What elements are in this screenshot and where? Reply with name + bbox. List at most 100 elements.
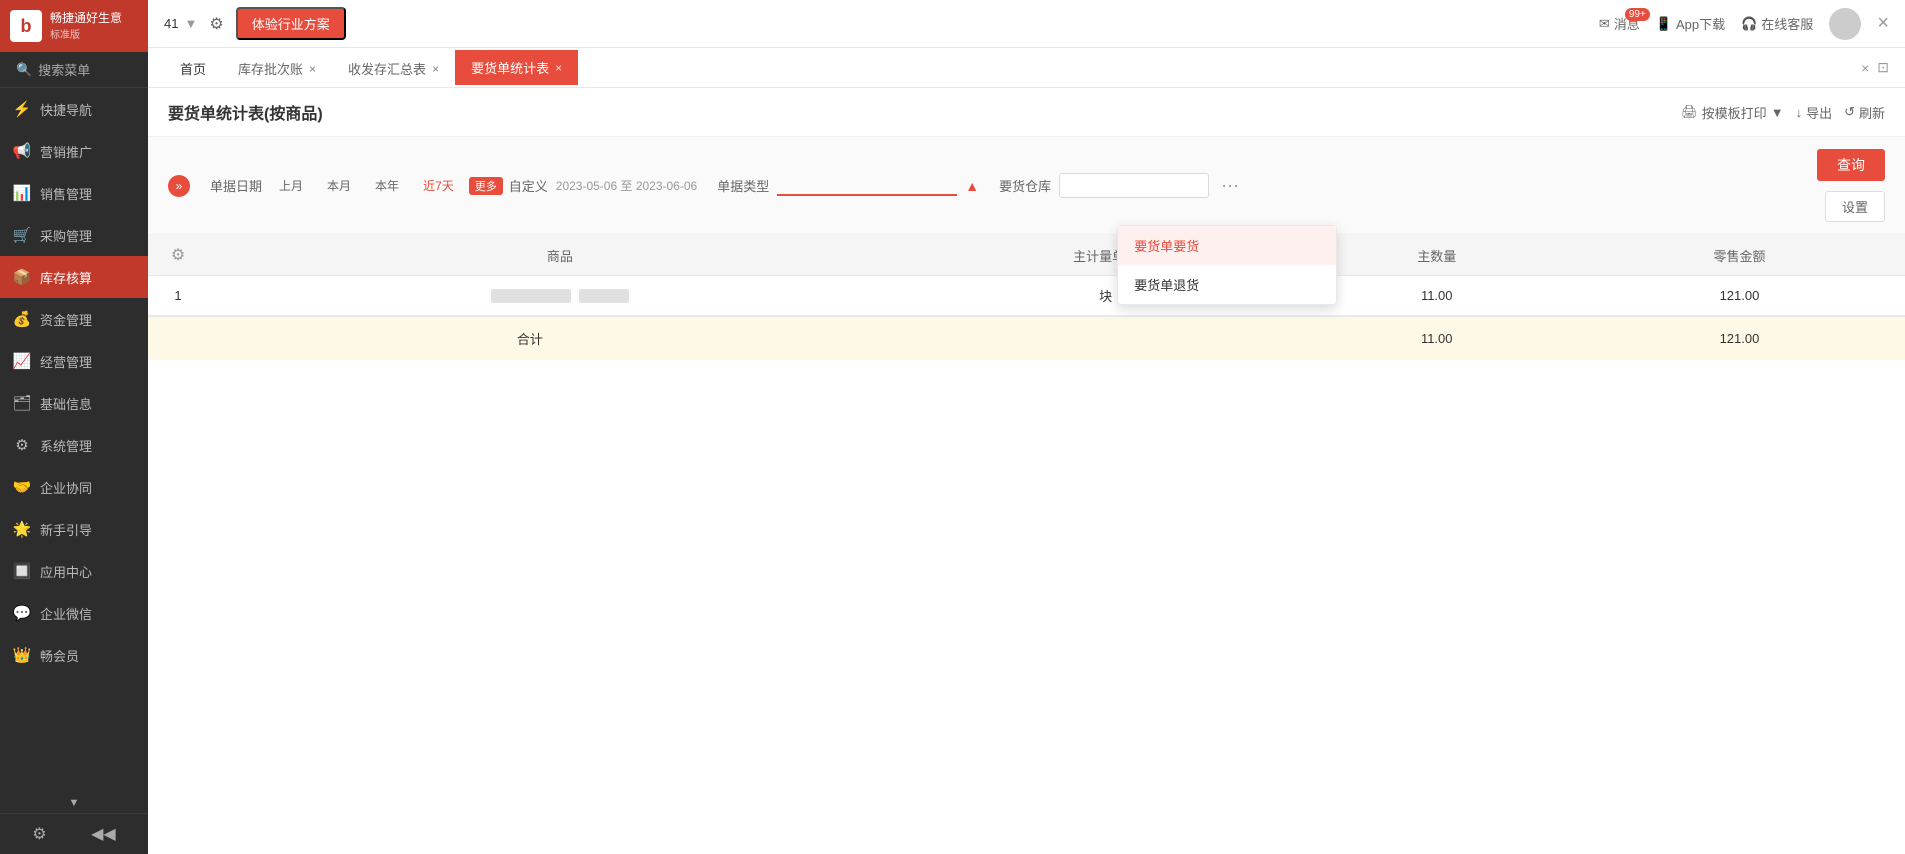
filter-more-badge[interactable]: 更多 (469, 177, 503, 195)
search-icon: 🔍 (16, 62, 32, 78)
app-download-button[interactable]: 📱 App下载 (1656, 14, 1725, 33)
sidebar-label-inventory: 库存核算 (40, 268, 92, 287)
sidebar-item-finance[interactable]: 💰 资金管理 (0, 298, 148, 340)
sidebar-label-system: 系统管理 (40, 436, 92, 455)
filter-more-dots[interactable]: ··· (1221, 175, 1239, 196)
sidebar-item-operations[interactable]: 📈 经营管理 (0, 340, 148, 382)
filter-right-actions: 查询 设置 (1817, 149, 1885, 222)
tab-bar: 首页 库存批次账 × 收发存汇总表 × 要货单统计表 × × ⊡ (148, 48, 1905, 88)
refresh-icon: ↺ (1844, 104, 1855, 120)
type-filter-label: 单据类型 (717, 176, 769, 195)
main-content: 41 ▼ ⚙ 体验行业方案 ✉ 消息 99+ 📱 App下载 🎧 在线客服 × (148, 0, 1905, 854)
sidebar-item-wechat[interactable]: 💬 企业微信 (0, 592, 148, 634)
filter-this-month[interactable]: 本月 (318, 174, 360, 197)
message-button[interactable]: ✉ 消息 99+ (1599, 14, 1640, 33)
sidebar-item-collab[interactable]: 🤝 企业协同 (0, 466, 148, 508)
trial-button[interactable]: 体验行业方案 (236, 7, 346, 40)
sidebar-label-purchase: 采购管理 (40, 226, 92, 245)
tab-home-label: 首页 (180, 59, 206, 78)
cell-no: 1 (148, 276, 208, 317)
print-arrow-icon: ▼ (1771, 105, 1784, 120)
topbar-close-icon[interactable]: × (1877, 12, 1889, 35)
tab-inventory-batch[interactable]: 库存批次账 × (222, 49, 332, 86)
apps-icon: 🔲 (12, 561, 32, 581)
settings-footer-icon[interactable]: ⚙ (32, 824, 46, 844)
expand-icon: » (176, 179, 183, 193)
sidebar-search[interactable]: 🔍 搜索菜单 (0, 52, 148, 88)
product-blurred-2 (579, 289, 629, 303)
query-button[interactable]: 查询 (1817, 149, 1885, 181)
print-icon: 🖨 (1681, 104, 1698, 120)
product-blurred (491, 289, 571, 303)
tab-home[interactable]: 首页 (164, 49, 222, 86)
col-quantity: 主数量 (1300, 235, 1574, 276)
shortcut-icon: ⚡ (12, 99, 32, 119)
warehouse-filter-label: 要货仓库 (999, 176, 1051, 195)
set-button[interactable]: 设置 (1825, 191, 1885, 222)
tab-inventory-batch-close[interactable]: × (309, 62, 316, 76)
page-content: 要货单统计表(按商品) 🖨 按模板打印 ▼ ↓ 导出 ↺ 刷新 (148, 88, 1905, 854)
tab-receive-summary-close[interactable]: × (432, 62, 439, 76)
sidebar: b 畅捷通好生意 标准版 🔍 搜索菜单 ⚡ 快捷导航 📢 营销推广 📊 销售管理… (0, 0, 148, 854)
tab-receive-summary[interactable]: 收发存汇总表 × (332, 49, 455, 86)
sidebar-item-purchase[interactable]: 🛒 采购管理 (0, 214, 148, 256)
company-selector[interactable]: 41 ▼ (164, 16, 197, 31)
app-version: 标准版 (50, 26, 122, 41)
sidebar-label-finance: 资金管理 (40, 310, 92, 329)
filter-expand-button[interactable]: » (168, 175, 190, 197)
search-label: 搜索菜单 (38, 60, 90, 79)
filter-this-year[interactable]: 本年 (366, 174, 408, 197)
date-range-display: 2023-05-06 至 2023-06-06 (556, 177, 697, 194)
topbar-right: ✉ 消息 99+ 📱 App下载 🎧 在线客服 × (1599, 8, 1889, 40)
template-print-button[interactable]: 🖨 按模板打印 ▼ (1681, 103, 1783, 122)
table-settings-icon[interactable]: ⚙ (171, 247, 185, 264)
operations-icon: 📈 (12, 351, 32, 371)
dropdown-item-order-goods[interactable]: 要货单要货 (1118, 226, 1336, 265)
warehouse-filter-input[interactable] (1059, 173, 1209, 198)
sidebar-label-guide: 新手引导 (40, 520, 92, 539)
tab-close-all-icon[interactable]: × (1861, 60, 1869, 76)
filter-recent7[interactable]: 近7天 (414, 174, 463, 197)
sidebar-item-vip[interactable]: 👑 畅会员 (0, 634, 148, 676)
scroll-down-icon[interactable]: ▼ (69, 797, 80, 809)
dropdown-order-return-label: 要货单退货 (1134, 278, 1199, 293)
filter-custom[interactable]: 自定义 (509, 176, 548, 195)
tab-expand-icon[interactable]: ⊡ (1877, 59, 1889, 76)
sidebar-item-basic[interactable]: 🗂 基础信息 (0, 382, 148, 424)
cell-product (208, 276, 912, 317)
finance-icon: 💰 (12, 309, 32, 329)
export-button[interactable]: ↓ 导出 (1796, 103, 1833, 122)
refresh-button[interactable]: ↺ 刷新 (1844, 103, 1885, 122)
tab-order-stats-close[interactable]: × (555, 61, 562, 75)
collapse-sidebar-icon[interactable]: ◀◀ (91, 824, 116, 844)
basic-icon: 🗂 (12, 393, 32, 413)
filter-last-month[interactable]: 上月 (270, 174, 312, 197)
service-icon: 🎧 (1741, 16, 1757, 32)
sidebar-item-apps[interactable]: 🔲 应用中心 (0, 550, 148, 592)
table-row: 1 块 11.00 121.00 (148, 276, 1905, 317)
sidebar-item-guide[interactable]: 🌟 新手引导 (0, 508, 148, 550)
topbar: 41 ▼ ⚙ 体验行业方案 ✉ 消息 99+ 📱 App下载 🎧 在线客服 × (148, 0, 1905, 48)
tab-receive-summary-label: 收发存汇总表 (348, 59, 426, 78)
online-service-button[interactable]: 🎧 在线客服 (1741, 14, 1813, 33)
tab-order-stats[interactable]: 要货单统计表 × (455, 50, 578, 85)
type-filter-input[interactable] (777, 175, 957, 196)
sidebar-item-system[interactable]: ⚙ 系统管理 (0, 424, 148, 466)
sidebar-item-inventory[interactable]: 📦 库存核算 (0, 256, 148, 298)
dropdown-item-order-return[interactable]: 要货单退货 (1118, 265, 1336, 304)
sidebar-label-basic: 基础信息 (40, 394, 92, 413)
filter-bar: » 单据日期 上月 本月 本年 近7天 更多 自定义 2023-05-06 至 … (148, 137, 1905, 235)
sidebar-item-shortcut[interactable]: ⚡ 快捷导航 (0, 88, 148, 130)
inventory-icon: 📦 (12, 267, 32, 287)
topbar-gear-icon[interactable]: ⚙ (209, 14, 223, 34)
sidebar-item-sales[interactable]: 📊 销售管理 (0, 172, 148, 214)
col-settings: ⚙ (148, 235, 208, 276)
tab-order-stats-label: 要货单统计表 (471, 58, 549, 77)
type-filter-arrow[interactable]: ▲ (965, 178, 979, 194)
sidebar-item-marketing[interactable]: 📢 营销推广 (0, 130, 148, 172)
user-avatar[interactable] (1829, 8, 1861, 40)
filter-warehouse-group: 要货仓库 ··· (999, 173, 1239, 198)
sidebar-footer: ⚙ ◀◀ (0, 813, 148, 854)
company-dropdown-arrow: ▼ (184, 16, 197, 31)
guide-icon: 🌟 (12, 519, 32, 539)
